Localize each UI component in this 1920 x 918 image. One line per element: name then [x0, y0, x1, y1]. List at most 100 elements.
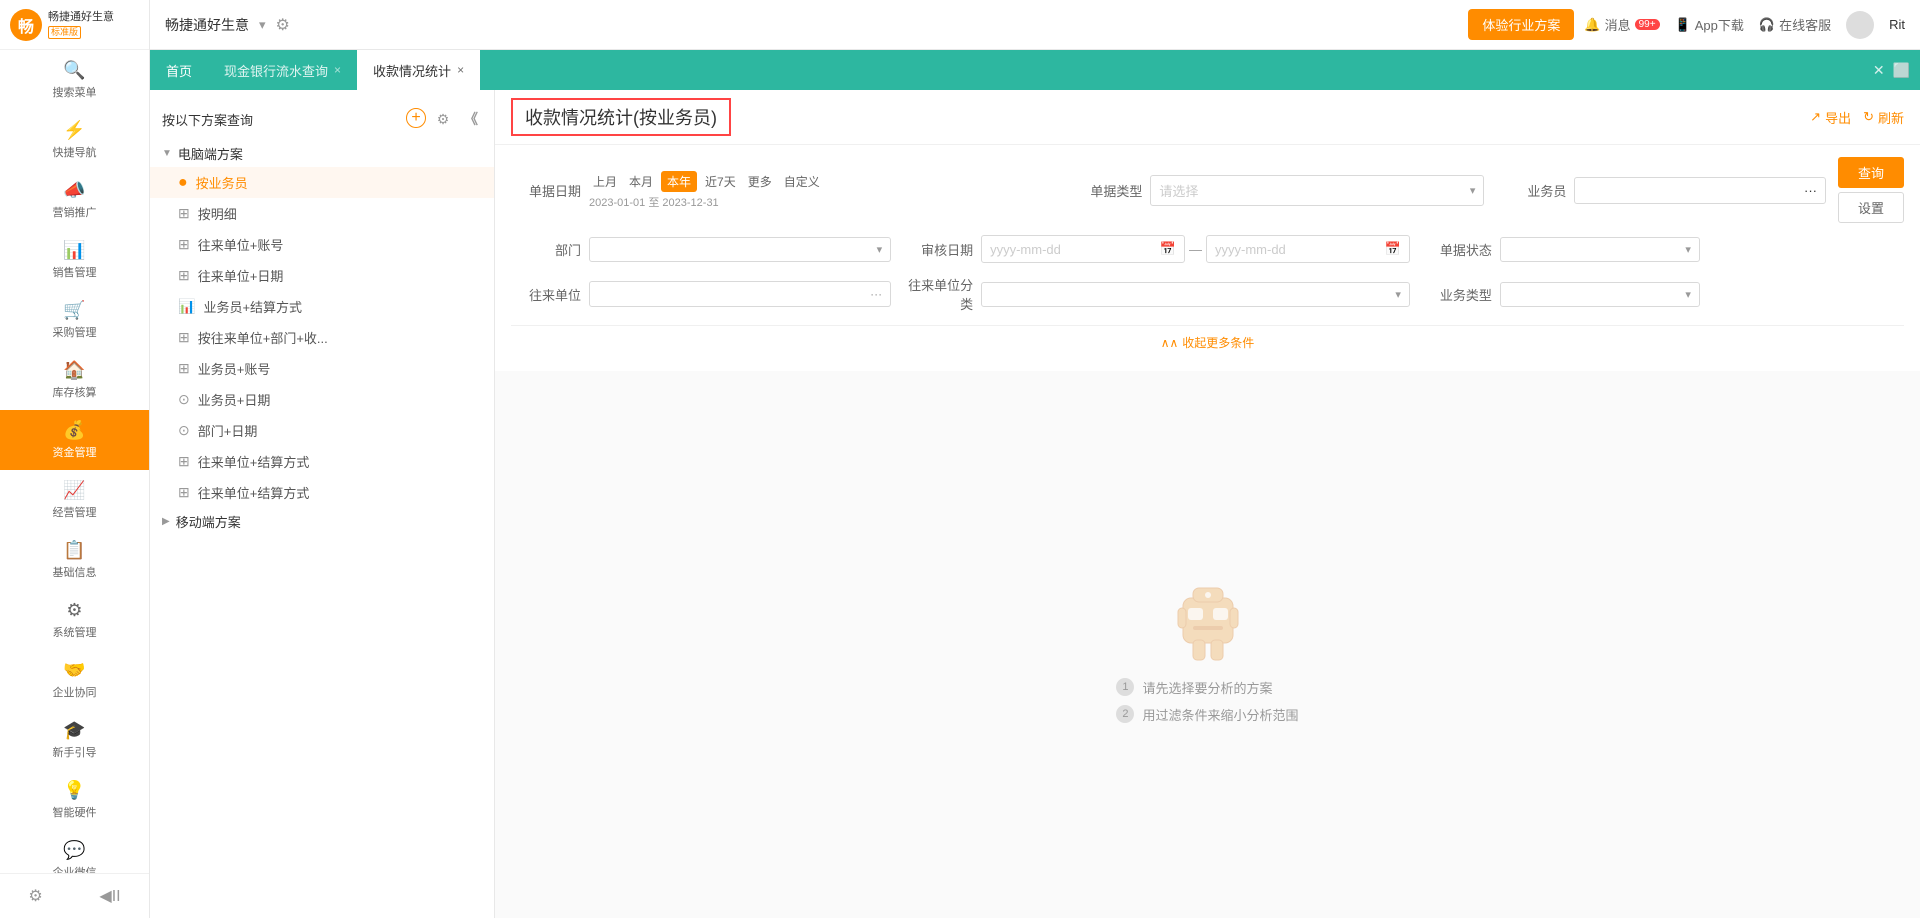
tab-close-receipt[interactable]: ×: [457, 63, 464, 77]
date-tab-本年[interactable]: 本年: [661, 171, 697, 192]
review-date-range: yyyy-mm-dd 📅 — yyyy-mm-dd 📅: [981, 235, 1410, 263]
left-panel-title: 按以下方案查询: [162, 110, 398, 129]
scheme-item-by-detail[interactable]: ⊞按明细: [150, 198, 494, 229]
sidebar-item-enterprise[interactable]: 🤝企业协同: [0, 650, 149, 710]
sidebar-footer: ⚙ ◀II: [0, 873, 149, 918]
query-button[interactable]: 查询: [1838, 157, 1904, 188]
scheme-item-staff-account[interactable]: ⊞业务员+账号: [150, 353, 494, 384]
notification-item[interactable]: 🔔 消息 99+: [1584, 15, 1659, 34]
date-tab-近7天[interactable]: 近7天: [701, 171, 740, 192]
sidebar-item-sales[interactable]: 📊销售管理: [0, 230, 149, 290]
scheme-item-staff-settle[interactable]: 📊业务员+结算方式: [150, 291, 494, 322]
date-tab-上月[interactable]: 上月: [589, 171, 621, 192]
left-panel: 按以下方案查询 + ⚙ 《 ▼电脑端方案●按业务员⊞按明细⊞往来单位+账号⊞往来…: [150, 90, 495, 918]
export-button[interactable]: ↗ 导出: [1810, 108, 1851, 127]
sidebar-item-operation[interactable]: 📈经营管理: [0, 470, 149, 530]
counterpart-type-label: 往来单位分类: [903, 275, 973, 313]
search-icon: 🔍: [63, 60, 85, 81]
counterpart-select[interactable]: ···: [589, 281, 891, 307]
voucher-status-select[interactable]: ▾: [1500, 237, 1700, 262]
refresh-icon: ↻: [1863, 109, 1874, 125]
logo-badge: 标准版: [48, 26, 81, 40]
staff-select[interactable]: ···: [1574, 177, 1826, 204]
scheme-item-unit-account[interactable]: ⊞往来单位+账号: [150, 229, 494, 260]
trial-industry-button[interactable]: 体验行业方案: [1468, 9, 1574, 40]
sidebar-item-purchase[interactable]: 🛒采购管理: [0, 290, 149, 350]
business-type-select[interactable]: ▾: [1500, 282, 1700, 307]
user-avatar[interactable]: [1846, 11, 1874, 39]
scheme-group-mobile[interactable]: ▶移动端方案: [150, 508, 494, 535]
review-date-from-input[interactable]: yyyy-mm-dd 📅: [981, 235, 1185, 263]
scheme-item-unit-dept-recv[interactable]: ⊞按往来单位+部门+收...: [150, 322, 494, 353]
wechat-icon: 💬: [63, 840, 85, 861]
collapse-panel-button[interactable]: 《: [460, 108, 482, 130]
tab-label-bank: 现金银行流水查询: [224, 61, 328, 80]
sidebar-item-hardware[interactable]: 💡智能硬件: [0, 770, 149, 830]
staff-field: 业务员 ···: [1496, 177, 1826, 204]
notification-icon: 🔔: [1584, 17, 1600, 33]
collapse-bar[interactable]: ∧∧ 收起更多条件: [511, 325, 1904, 359]
collapse-footer-btn[interactable]: ◀II: [91, 882, 128, 910]
search-row-2: 部门 ▾ 审核日期 yyyy-mm-dd 📅: [511, 235, 1904, 263]
tab-receipt[interactable]: 收款情况统计×: [357, 50, 480, 90]
empty-state: 1 请先选择要分析的方案 2 用过滤条件来缩小分析范围: [495, 371, 1920, 918]
topbar-chevron-icon[interactable]: ▾: [259, 17, 266, 33]
date-label: 单据日期: [511, 181, 581, 200]
app-download-item[interactable]: 📱 App下载: [1675, 15, 1744, 34]
system-icon: ⚙: [66, 600, 82, 621]
review-date-field: 审核日期 yyyy-mm-dd 📅 — yyyy-mm-dd 📅: [903, 235, 1410, 263]
tab-home[interactable]: 首页: [150, 50, 208, 90]
user-name: Rit: [1889, 17, 1905, 32]
sidebar-item-newbie[interactable]: 🎓新手引导: [0, 710, 149, 770]
voucher-type-select[interactable]: 请选择 ▾: [1150, 175, 1484, 206]
scheme-item-unit-settle2[interactable]: ⊞往来单位+结算方式: [150, 477, 494, 508]
scheme-settings-button[interactable]: ⚙: [432, 108, 454, 130]
counterpart-type-select[interactable]: ▾: [981, 282, 1410, 307]
review-date-to-input[interactable]: yyyy-mm-dd 📅: [1206, 235, 1410, 263]
refresh-button[interactable]: ↻ 刷新: [1863, 108, 1904, 127]
sidebar-item-finance[interactable]: 💰资金管理: [0, 410, 149, 470]
tab-bank[interactable]: 现金银行流水查询 ×: [208, 50, 357, 90]
settings-button[interactable]: 设置: [1838, 192, 1904, 223]
shortcut-icon: ⚡: [63, 120, 85, 141]
sidebar-item-shortcut[interactable]: ⚡快捷导航: [0, 110, 149, 170]
settings-footer-btn[interactable]: ⚙: [20, 882, 50, 910]
maximize-window-button[interactable]: ⬜: [1893, 62, 1910, 79]
unit-date-icon: ⊞: [178, 267, 190, 284]
collapse-up-icon: ∧∧: [1161, 336, 1179, 350]
scheme-item-by-staff[interactable]: ●按业务员: [150, 167, 494, 198]
collapse-label: 收起更多条件: [1182, 334, 1254, 351]
topbar-right: 🔔 消息 99+ 📱 App下载 🎧 在线客服 Rit: [1584, 11, 1905, 39]
date-tab-本月[interactable]: 本月: [625, 171, 657, 192]
sidebar-item-basic[interactable]: 📋基础信息: [0, 530, 149, 590]
date-range-display: 2023-01-01 至 2023-12-31: [589, 194, 1060, 210]
sales-icon: 📊: [63, 240, 85, 261]
voucher-status-field: 单据状态 ▾: [1422, 237, 1802, 262]
business-type-field: 业务类型 ▾: [1422, 282, 1802, 307]
sidebar-item-marketing[interactable]: 📣营销推广: [0, 170, 149, 230]
sidebar-item-inventory[interactable]: 🏠库存核算: [0, 350, 149, 410]
staff-settle-icon: 📊: [178, 298, 195, 315]
sidebar-item-search[interactable]: 🔍搜索菜单: [0, 50, 149, 110]
hardware-icon: 💡: [63, 780, 85, 801]
online-service-item[interactable]: 🎧 在线客服: [1759, 15, 1831, 34]
add-scheme-button[interactable]: +: [406, 108, 426, 128]
scheme-item-unit-settle1[interactable]: ⊞往来单位+结算方式: [150, 446, 494, 477]
sidebar-item-wechat[interactable]: 💬企业微信: [0, 830, 149, 873]
dept-select[interactable]: ▾: [589, 237, 891, 262]
topbar-gear-icon[interactable]: ⚙: [276, 15, 290, 35]
close-window-button[interactable]: ✕: [1873, 62, 1885, 79]
tab-close-bank[interactable]: ×: [334, 63, 341, 77]
window-buttons: ✕⬜: [1863, 62, 1920, 79]
sidebar-item-system[interactable]: ⚙系统管理: [0, 590, 149, 650]
counterpart-type-chevron-icon: ▾: [1395, 288, 1401, 301]
date-tab-更多[interactable]: 更多: [744, 171, 776, 192]
date-tab-自定义[interactable]: 自定义: [780, 171, 824, 192]
marketing-icon: 📣: [63, 180, 85, 201]
voucher-type-field: 单据类型 请选择 ▾: [1072, 175, 1484, 206]
scheme-group-desktop[interactable]: ▼电脑端方案: [150, 140, 494, 167]
scheme-item-unit-date[interactable]: ⊞往来单位+日期: [150, 260, 494, 291]
logo-text: 畅捷通好生意 标准版: [48, 10, 114, 40]
scheme-item-dept-date[interactable]: ⊙部门+日期: [150, 415, 494, 446]
scheme-item-staff-date[interactable]: ⊙业务员+日期: [150, 384, 494, 415]
